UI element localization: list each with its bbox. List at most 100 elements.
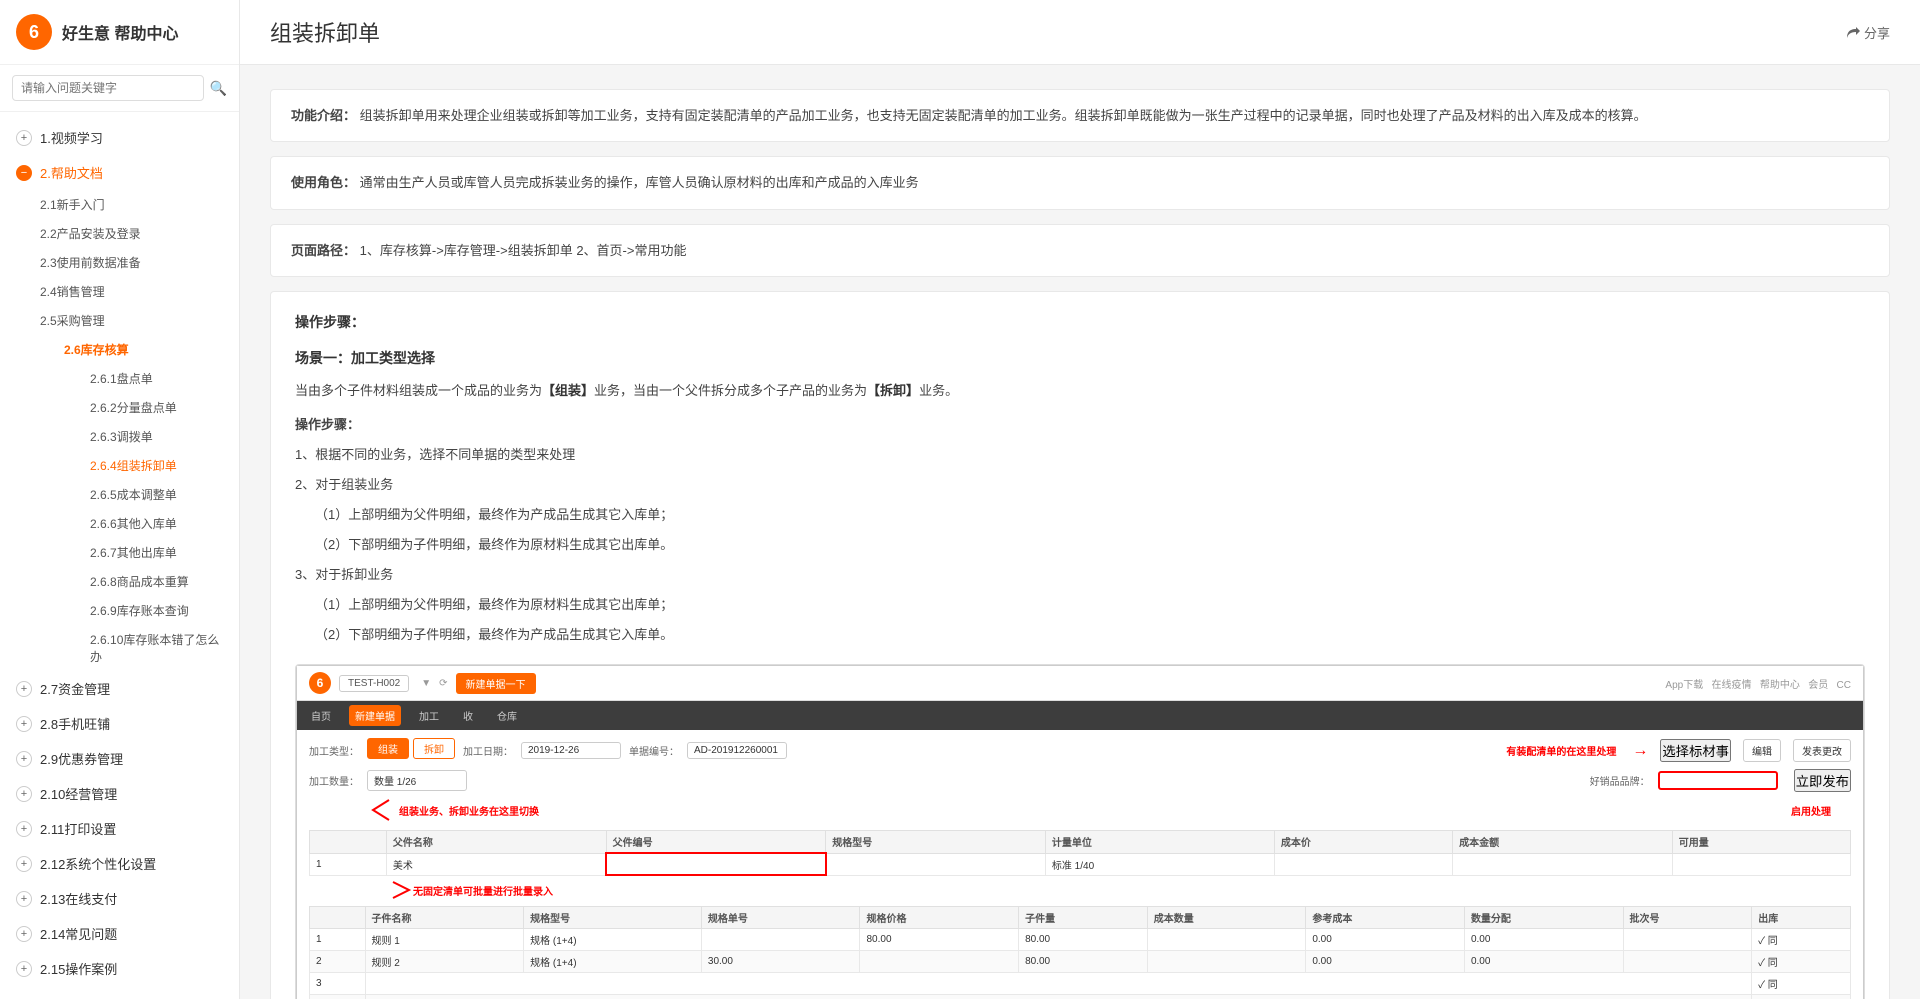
steps-content: 当由多个子件材料组装成一个成品的业务为【组装】业务，当由一个父件拆分成多个子产品…: [295, 378, 1865, 648]
share-icon: [1846, 25, 1860, 39]
qty-input[interactable]: 数量 1/26: [367, 770, 467, 791]
sidebar-sub-item-transfer[interactable]: 2.6.3调拨单: [50, 422, 239, 451]
step2b: （2）下部明细为子件明细，最终作为原材料生成其它出库单。: [315, 532, 1865, 558]
step2: 2、对于组装业务: [295, 472, 1865, 498]
app-form-area: 加工类型： 组装 拆卸 加工日期： 2019-12-26 单据编号： AD-20…: [297, 730, 1863, 999]
td-l-num-4: 4: [310, 995, 366, 999]
td-l-name-1: 规则 1: [365, 929, 524, 951]
logo-icon: 6: [16, 14, 52, 50]
th-parent-code: 父件编号: [606, 831, 826, 854]
sidebar-sub-item-partial[interactable]: 2.6.2分量盘点单: [50, 393, 239, 422]
path-text: 1、库存核算->库存管理->组装拆卸单 2、首页->常用功能: [360, 243, 687, 258]
expand-icon: +: [16, 891, 32, 907]
sidebar-item-videos[interactable]: + 1.视频学习: [0, 120, 239, 155]
sidebar-sub-item-other-in[interactable]: 2.6.6其他入库单: [50, 509, 239, 538]
nav-new-order[interactable]: 新建单据: [349, 705, 401, 726]
screenshot-container: 6 TEST-H002 ▼ ⟳ 新建单据一下 App下载 在线疫情 帮助中心 会…: [295, 664, 1865, 999]
app-topbar: 6 TEST-H002 ▼ ⟳ 新建单据一下 App下载 在线疫情 帮助中心 会…: [297, 666, 1863, 701]
sidebar-item-settings[interactable]: + 2.12系统个性化设置: [0, 846, 239, 881]
sidebar-sub-item-other-out[interactable]: 2.6.7其他出库单: [50, 538, 239, 567]
sidebar-item-manage[interactable]: + 2.10经营管理: [0, 776, 239, 811]
step1: 1、根据不同的业务，选择不同单据的类型来处理: [295, 442, 1865, 468]
td-l-bt-2: [1623, 951, 1752, 973]
search-input[interactable]: [12, 75, 204, 101]
sidebar-sub-item-sales[interactable]: 2.4销售管理: [0, 277, 239, 306]
app-nav-links: App下载 在线疫情 帮助中心 会员 CC: [1665, 676, 1851, 691]
sidebar-header: 6 好生意 帮助中心: [0, 0, 239, 65]
type-assembly-btn[interactable]: 组装: [367, 738, 409, 759]
code-label: 单据编号：: [629, 743, 679, 758]
td-unit: 标准 1/40: [1045, 853, 1274, 875]
sidebar-item-label: 2.14常见问题: [40, 924, 117, 943]
td-cost-price: [1274, 853, 1452, 875]
sidebar-sub-item-cost-adj[interactable]: 2.6.5成本调整单: [50, 480, 239, 509]
td-l-out-3: ✓ 同: [1752, 973, 1851, 995]
sidebar-sub-item-stocktake[interactable]: 2.6.1盘点单: [50, 364, 239, 393]
share-button[interactable]: 分享: [1846, 23, 1890, 42]
step3: 3、对于拆卸业务: [295, 562, 1865, 588]
td-l-num-3: 3: [310, 973, 366, 995]
td-l-num-2: 2: [310, 951, 366, 973]
sidebar-item-mobile[interactable]: + 2.8手机旺铺: [0, 706, 239, 741]
type-disassembly-btn[interactable]: 拆卸: [413, 738, 455, 759]
sidebar-item-faq[interactable]: + 2.14常见问题: [0, 916, 239, 951]
type-selector: 组装 拆卸: [367, 738, 455, 759]
td-l-cq-2: [1147, 951, 1306, 973]
td-name: 美术: [386, 853, 606, 875]
expand-icon: +: [16, 716, 32, 732]
th-cost-amount: 成本金额: [1453, 831, 1673, 854]
td-l-out-4: ✓ 同: [1752, 995, 1851, 999]
sidebar-item-label: 2.15操作案例: [40, 959, 117, 978]
delete-btn[interactable]: 发表更改: [1793, 739, 1851, 762]
arrow-icon-1: [369, 798, 399, 822]
sidebar-item-coupon[interactable]: + 2.9优惠券管理: [0, 741, 239, 776]
nav-warehouse[interactable]: 仓库: [491, 705, 523, 726]
nav-receive[interactable]: 收: [457, 705, 479, 726]
sidebar-sub-item-inventory[interactable]: 2.6库存核算: [24, 335, 239, 364]
nav-home[interactable]: 自页: [305, 705, 337, 726]
code-input[interactable]: AD-201912260001: [687, 742, 787, 759]
refresh-icon: ⟳: [439, 678, 447, 689]
warehouse-input[interactable]: [1658, 771, 1778, 790]
confirm-btn[interactable]: 选择标材事: [1660, 739, 1731, 762]
arrow-icon-2: [389, 880, 413, 900]
search-icon[interactable]: 🔍: [210, 80, 227, 97]
td-l-qd-1: 0.00: [1464, 929, 1623, 951]
sidebar-item-payment[interactable]: + 2.13在线支付: [0, 881, 239, 916]
sidebar-sub-item-newbie[interactable]: 2.1新手入门: [0, 190, 239, 219]
th-l-spec1: 规格型号: [524, 907, 702, 929]
lower-table: 子件名称 规格型号 规格单号 规格价格 子件量 成本数量 参考成本 数量分配 批…: [309, 906, 1851, 999]
sidebar-item-label: 2.11打印设置: [40, 819, 116, 838]
sidebar-item-print[interactable]: + 2.11打印设置: [0, 811, 239, 846]
sidebar-sub-item-ledger-fix[interactable]: 2.6.10库存账本错了怎么办: [50, 625, 239, 671]
sidebar-sub-item-install[interactable]: 2.2产品安装及登录: [0, 219, 239, 248]
sidebar-item-docs[interactable]: − 2.帮助文档: [0, 155, 239, 190]
expand-icon: +: [16, 926, 32, 942]
main-header: 组装拆卸单 分享: [240, 0, 1920, 65]
annotation-3: 启用处理: [1791, 803, 1831, 818]
sidebar-sub-item-purchase[interactable]: 2.5采购管理: [0, 306, 239, 335]
main-content: 组装拆卸单 分享 功能介绍： 组装拆卸单用来处理企业组装或拆卸等加工业务，支持有…: [240, 0, 1920, 999]
nav-processing[interactable]: 加工: [413, 705, 445, 726]
td-l-s1-1: 规格 (1+4): [524, 929, 702, 951]
annotation-2: 组装业务、拆卸业务在这里切换: [399, 803, 539, 818]
sidebar-sub-item-prepare[interactable]: 2.3使用前数据准备: [0, 248, 239, 277]
date-input[interactable]: 2019-12-26: [521, 742, 621, 759]
sidebar-sub-item-assembly[interactable]: 2.6.4组装拆卸单: [50, 451, 239, 480]
annotation-arrow1: →: [1632, 742, 1648, 760]
sidebar-sub-item-ledger[interactable]: 2.6.9库存账本查询: [50, 596, 239, 625]
sidebar-sub-item-cost-calc[interactable]: 2.6.8商品成本重算: [50, 567, 239, 596]
publish-btn[interactable]: 立即发布: [1794, 769, 1851, 792]
td-l-empty-4: [365, 995, 1752, 999]
edit-btn[interactable]: 编辑: [1743, 739, 1781, 762]
td-l-num-1: 1: [310, 929, 366, 951]
step3a: （1）上部明细为父件明细，最终作为原材料生成其它出库单；: [315, 592, 1865, 618]
expand-icon: +: [16, 786, 32, 802]
new-order-btn[interactable]: 新建单据一下: [456, 673, 536, 694]
th-l-ref-cost: 参考成本: [1306, 907, 1465, 929]
th-l-sub-name: 子件名称: [365, 907, 524, 929]
sidebar-item-finance[interactable]: + 2.7资金管理: [0, 671, 239, 706]
th-l-batch: 批次号: [1623, 907, 1752, 929]
annotation-1: 有装配清单的在这里处理: [1506, 743, 1616, 758]
sidebar-item-cases[interactable]: + 2.15操作案例: [0, 951, 239, 986]
